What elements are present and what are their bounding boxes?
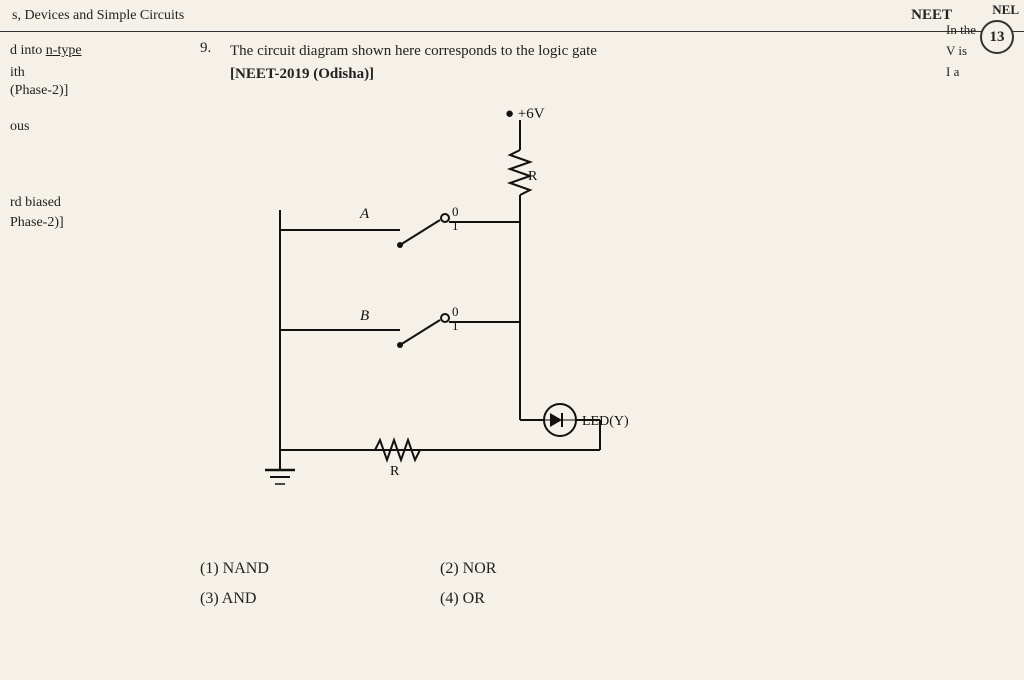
svg-text:1: 1	[452, 218, 459, 233]
svg-text:B: B	[360, 308, 369, 324]
voltage-label: ● +6V	[505, 106, 545, 122]
left-text-bus: ous	[10, 119, 190, 135]
svg-text:0: 0	[452, 304, 459, 319]
question-area: 9. The circuit diagram shown here corres…	[200, 40, 894, 101]
option-4[interactable]: (4) OR	[440, 590, 620, 608]
option-2[interactable]: (2) NOR	[440, 560, 620, 578]
left-text-ntype: d into n-type	[10, 40, 190, 61]
left-column: d into n-type ith (Phase-2)] ous rd bias…	[0, 32, 200, 239]
option-1[interactable]: (1) NAND	[200, 560, 380, 578]
circuit-diagram: ● +6V R A 0 1	[200, 100, 780, 500]
svg-text:LED(Y): LED(Y)	[582, 414, 629, 429]
left-text-ith: ith	[10, 65, 190, 81]
page-container: s, Devices and Simple Circuits NEET d in…	[0, 0, 1024, 680]
question-number: 9.	[200, 40, 222, 57]
svg-text:A: A	[359, 206, 370, 222]
right-corner: NEL 13 In the V is I a	[914, 0, 1024, 80]
svg-text:R: R	[528, 169, 538, 184]
right-side-text: In the V is I a	[946, 20, 976, 82]
options-area: (1) NAND (2) NOR (3) AND (4) OR	[200, 560, 780, 608]
left-text-phase1: (Phase-2)]	[10, 83, 190, 99]
option-3[interactable]: (3) AND	[200, 590, 380, 608]
question-text: The circuit diagram shown here correspon…	[230, 40, 894, 85]
header-bar: s, Devices and Simple Circuits NEET	[0, 0, 1024, 32]
circuit-svg: ● +6V R A 0 1	[200, 100, 720, 490]
svg-text:R: R	[390, 464, 400, 479]
svg-text:0: 0	[452, 204, 459, 219]
question-circle: 13	[980, 20, 1014, 54]
left-text-phase2: Phase-2)]	[10, 215, 190, 231]
chapter-title: s, Devices and Simple Circuits	[12, 8, 911, 24]
neel-text: NEL	[992, 2, 1019, 18]
svg-text:1: 1	[452, 318, 459, 333]
left-text-biased: rd biased	[10, 195, 190, 211]
question-source: [NEET-2019 (Odisha)]	[230, 66, 374, 82]
